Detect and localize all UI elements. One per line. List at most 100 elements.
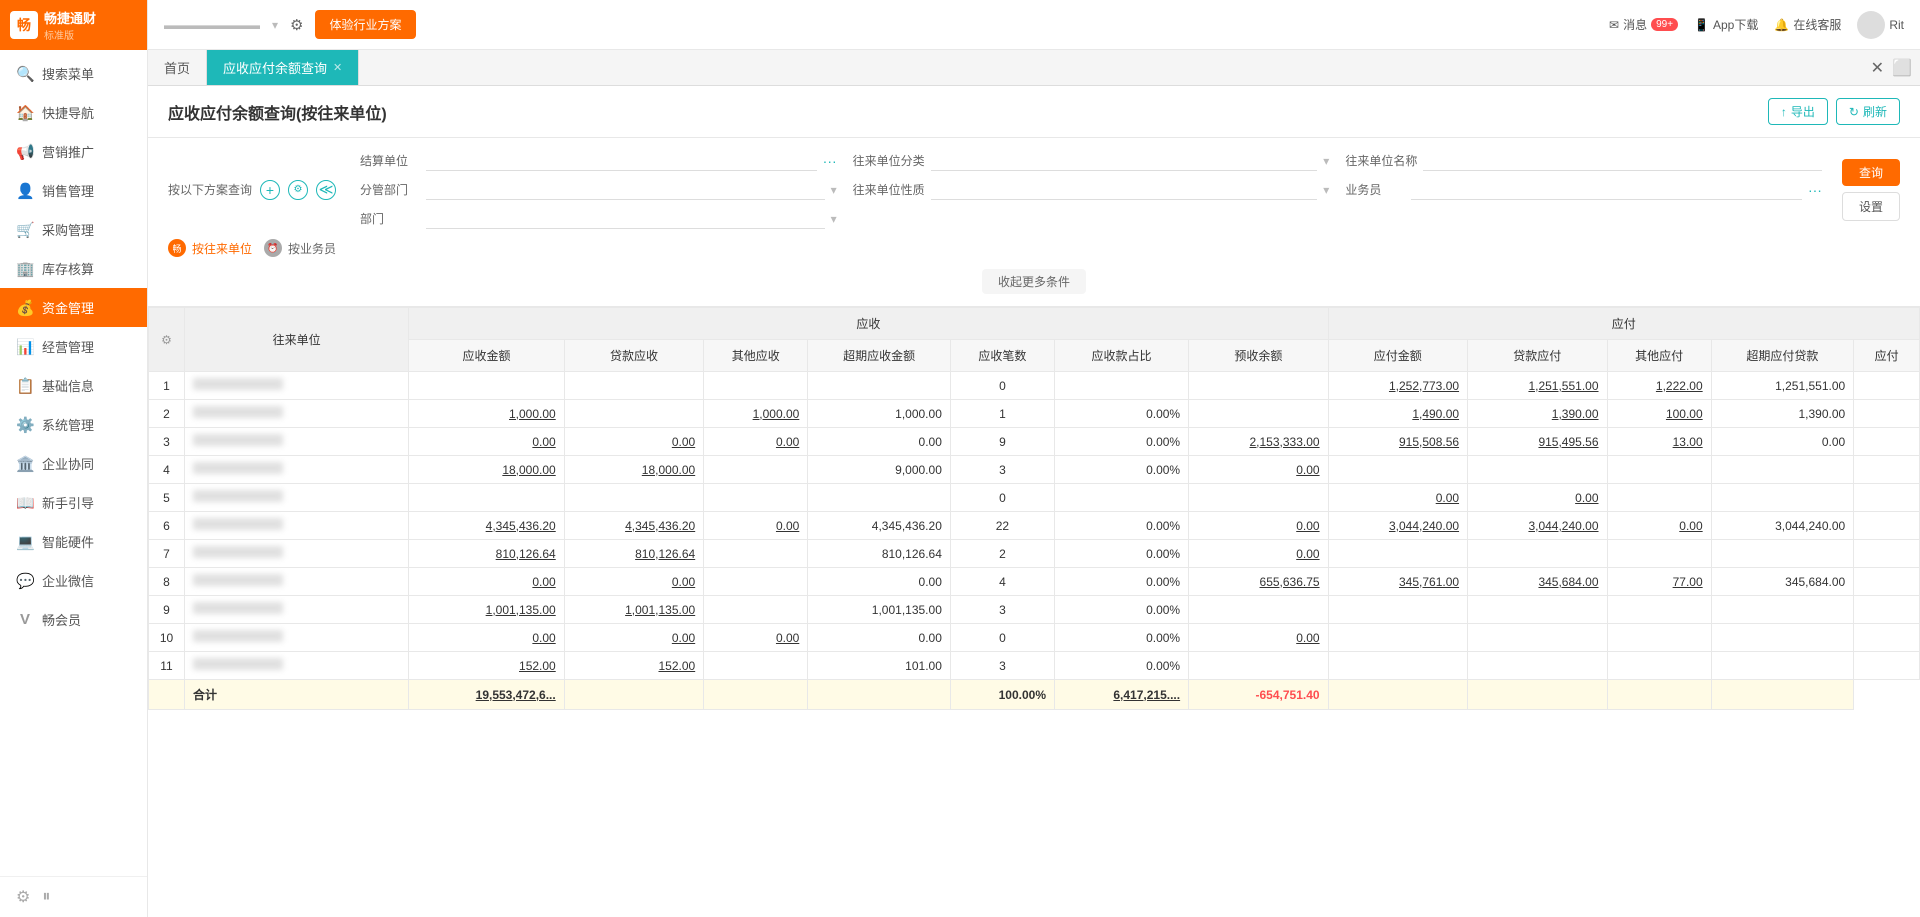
unit-nature-arrow[interactable]: ▾ xyxy=(1323,183,1329,197)
table-cell[interactable]: 4,345,436.20 xyxy=(409,512,564,540)
sidebar-item-inventory[interactable]: 🏢 库存核算 xyxy=(0,249,147,288)
sidebar-item-guide[interactable]: 📖 新手引导 xyxy=(0,483,147,522)
table-cell[interactable]: 0.00 xyxy=(1189,512,1328,540)
table-cell[interactable]: 3,044,240.00 xyxy=(1468,512,1607,540)
filter-expand-button[interactable]: ≪ xyxy=(316,180,336,200)
table-cell[interactable]: 1,251,551.00 xyxy=(1468,372,1607,400)
table-cell[interactable]: 0.00 xyxy=(564,624,703,652)
table-cell[interactable]: 1,000.00 xyxy=(704,400,808,428)
table-cell[interactable]: 1,000.00 xyxy=(409,400,564,428)
table-cell[interactable]: 1,252,773.00 xyxy=(1328,372,1467,400)
settings-icon[interactable]: ⚙ xyxy=(290,16,303,34)
dept-manager-input[interactable] xyxy=(426,179,825,200)
sidebar-item-operations[interactable]: 📊 经营管理 xyxy=(0,327,147,366)
tab-home[interactable]: 首页 xyxy=(148,50,207,85)
table-cell[interactable]: 810,126.64 xyxy=(564,540,703,568)
table-cell[interactable]: 2,153,333.00 xyxy=(1189,428,1328,456)
user-avatar[interactable]: Rit xyxy=(1857,11,1904,39)
table-cell[interactable]: 1,390.00 xyxy=(1468,400,1607,428)
table-settings-icon[interactable]: ⚙ xyxy=(161,333,172,347)
table-cell[interactable]: 1,490.00 xyxy=(1328,400,1467,428)
app-download-button[interactable]: 📱 App下载 xyxy=(1694,16,1758,33)
table-cell[interactable]: 810,126.64 xyxy=(409,540,564,568)
sidebar-item-purchase[interactable]: 🛒 采购管理 xyxy=(0,210,147,249)
collapse-icon[interactable]: ⏸ xyxy=(42,888,50,906)
sidebar-item-wechat[interactable]: 💬 企业微信 xyxy=(0,561,147,600)
unit-nature-input[interactable] xyxy=(931,179,1318,200)
dept-input[interactable] xyxy=(426,208,825,229)
sidebar-item-shortcut[interactable]: 🏠 快捷导航 xyxy=(0,93,147,132)
table-cell[interactable]: 0.00 xyxy=(564,428,703,456)
table-cell[interactable]: 1,222.00 xyxy=(1607,372,1711,400)
salesperson-dots[interactable]: ··· xyxy=(1808,182,1822,198)
sidebar-item-marketing[interactable]: 📢 营销推广 xyxy=(0,132,147,171)
table-cell[interactable]: 152.00 xyxy=(409,652,564,680)
table-cell[interactable]: 0.00 xyxy=(564,568,703,596)
dept-arrow[interactable]: ▾ xyxy=(831,212,837,226)
scheme-by-salesperson[interactable]: ⏰ 按业务员 xyxy=(264,239,336,257)
settings-button[interactable]: 设置 xyxy=(1842,192,1900,221)
sidebar-item-hardware[interactable]: 💻 智能硬件 xyxy=(0,522,147,561)
unit-category-arrow[interactable]: ▾ xyxy=(1323,154,1329,168)
sidebar-item-basic[interactable]: 📋 基础信息 xyxy=(0,366,147,405)
refresh-button[interactable]: ↻ 刷新 xyxy=(1836,98,1900,125)
table-cell[interactable]: 152.00 xyxy=(564,652,703,680)
tab-maximize-button[interactable]: ⬜ xyxy=(1892,58,1912,78)
sidebar-item-enterprise[interactable]: 🏛️ 企业协同 xyxy=(0,444,147,483)
table-cell[interactable]: 0.00 xyxy=(1189,456,1328,484)
salesperson-input[interactable] xyxy=(1411,179,1802,200)
table-cell[interactable]: 915,508.56 xyxy=(1328,428,1467,456)
table-cell[interactable]: 0.00 xyxy=(1189,540,1328,568)
message-button[interactable]: ✉ 消息 99+ xyxy=(1609,16,1678,33)
table-cell[interactable]: 655,636.75 xyxy=(1189,568,1328,596)
table-cell[interactable]: 77.00 xyxy=(1607,568,1711,596)
table-cell[interactable]: 0.00 xyxy=(409,624,564,652)
service-button[interactable]: 🔔 在线客服 xyxy=(1774,16,1841,33)
settlement-input[interactable] xyxy=(426,150,817,171)
table-cell[interactable]: 18,000.00 xyxy=(409,456,564,484)
collapse-button[interactable]: 收起更多条件 xyxy=(982,269,1086,294)
sidebar-item-vip[interactable]: V 畅会员 xyxy=(0,600,147,639)
footer-prepaid-total[interactable]: 6,417,215.... xyxy=(1055,680,1189,710)
table-cell[interactable]: 0.00 xyxy=(409,428,564,456)
tab-ar-ap[interactable]: 应收应付余额查询 ✕ xyxy=(207,50,359,85)
table-cell[interactable]: 0.00 xyxy=(704,512,808,540)
sidebar-item-system[interactable]: ⚙️ 系统管理 xyxy=(0,405,147,444)
table-cell[interactable]: 3,044,240.00 xyxy=(1328,512,1467,540)
table-cell[interactable]: 0.00 xyxy=(704,624,808,652)
sidebar-item-finance[interactable]: 💰 资金管理 xyxy=(0,288,147,327)
query-button[interactable]: 查询 xyxy=(1842,159,1900,186)
footer-ar-total[interactable]: 19,553,472,6... xyxy=(409,680,564,710)
settlement-dots[interactable]: ··· xyxy=(823,153,837,169)
unit-name-input[interactable] xyxy=(1423,150,1822,171)
dept-manager-arrow[interactable]: ▾ xyxy=(831,183,837,197)
table-cell[interactable]: 0.00 xyxy=(704,428,808,456)
scheme-by-unit[interactable]: 畅 按往来单位 xyxy=(168,239,252,257)
table-cell[interactable]: 345,684.00 xyxy=(1468,568,1607,596)
table-cell[interactable]: 0.00 xyxy=(409,568,564,596)
promo-button[interactable]: 体验行业方案 xyxy=(315,10,415,39)
filter-add-button[interactable]: + xyxy=(260,180,280,200)
table-cell[interactable]: 4,345,436.20 xyxy=(564,512,703,540)
table-cell[interactable]: 0.00 xyxy=(1189,624,1328,652)
filter-settings-button[interactable]: ⚙ xyxy=(288,180,308,200)
settings-footer-icon[interactable]: ⚙ xyxy=(16,887,30,907)
table-cell[interactable]: 0.00 xyxy=(1328,484,1467,512)
table-cell[interactable]: 345,761.00 xyxy=(1328,568,1467,596)
tab-close-window-button[interactable]: ✕ xyxy=(1871,58,1884,78)
unit-category-input[interactable] xyxy=(931,150,1318,171)
table-cell[interactable]: 0.00 xyxy=(1468,484,1607,512)
col-settings[interactable]: ⚙ xyxy=(149,308,185,372)
tab-close-icon[interactable]: ✕ xyxy=(333,61,342,74)
table-cell xyxy=(1328,624,1467,652)
table-cell[interactable]: 1,001,135.00 xyxy=(564,596,703,624)
sidebar-item-sales[interactable]: 👤 销售管理 xyxy=(0,171,147,210)
table-cell[interactable]: 13.00 xyxy=(1607,428,1711,456)
export-button[interactable]: ↑ 导出 xyxy=(1768,98,1828,125)
table-cell[interactable]: 0.00 xyxy=(1607,512,1711,540)
table-cell[interactable]: 915,495.56 xyxy=(1468,428,1607,456)
table-cell[interactable]: 18,000.00 xyxy=(564,456,703,484)
sidebar-item-search[interactable]: 🔍 搜索菜单 xyxy=(0,54,147,93)
table-cell[interactable]: 1,001,135.00 xyxy=(409,596,564,624)
table-cell[interactable]: 100.00 xyxy=(1607,400,1711,428)
